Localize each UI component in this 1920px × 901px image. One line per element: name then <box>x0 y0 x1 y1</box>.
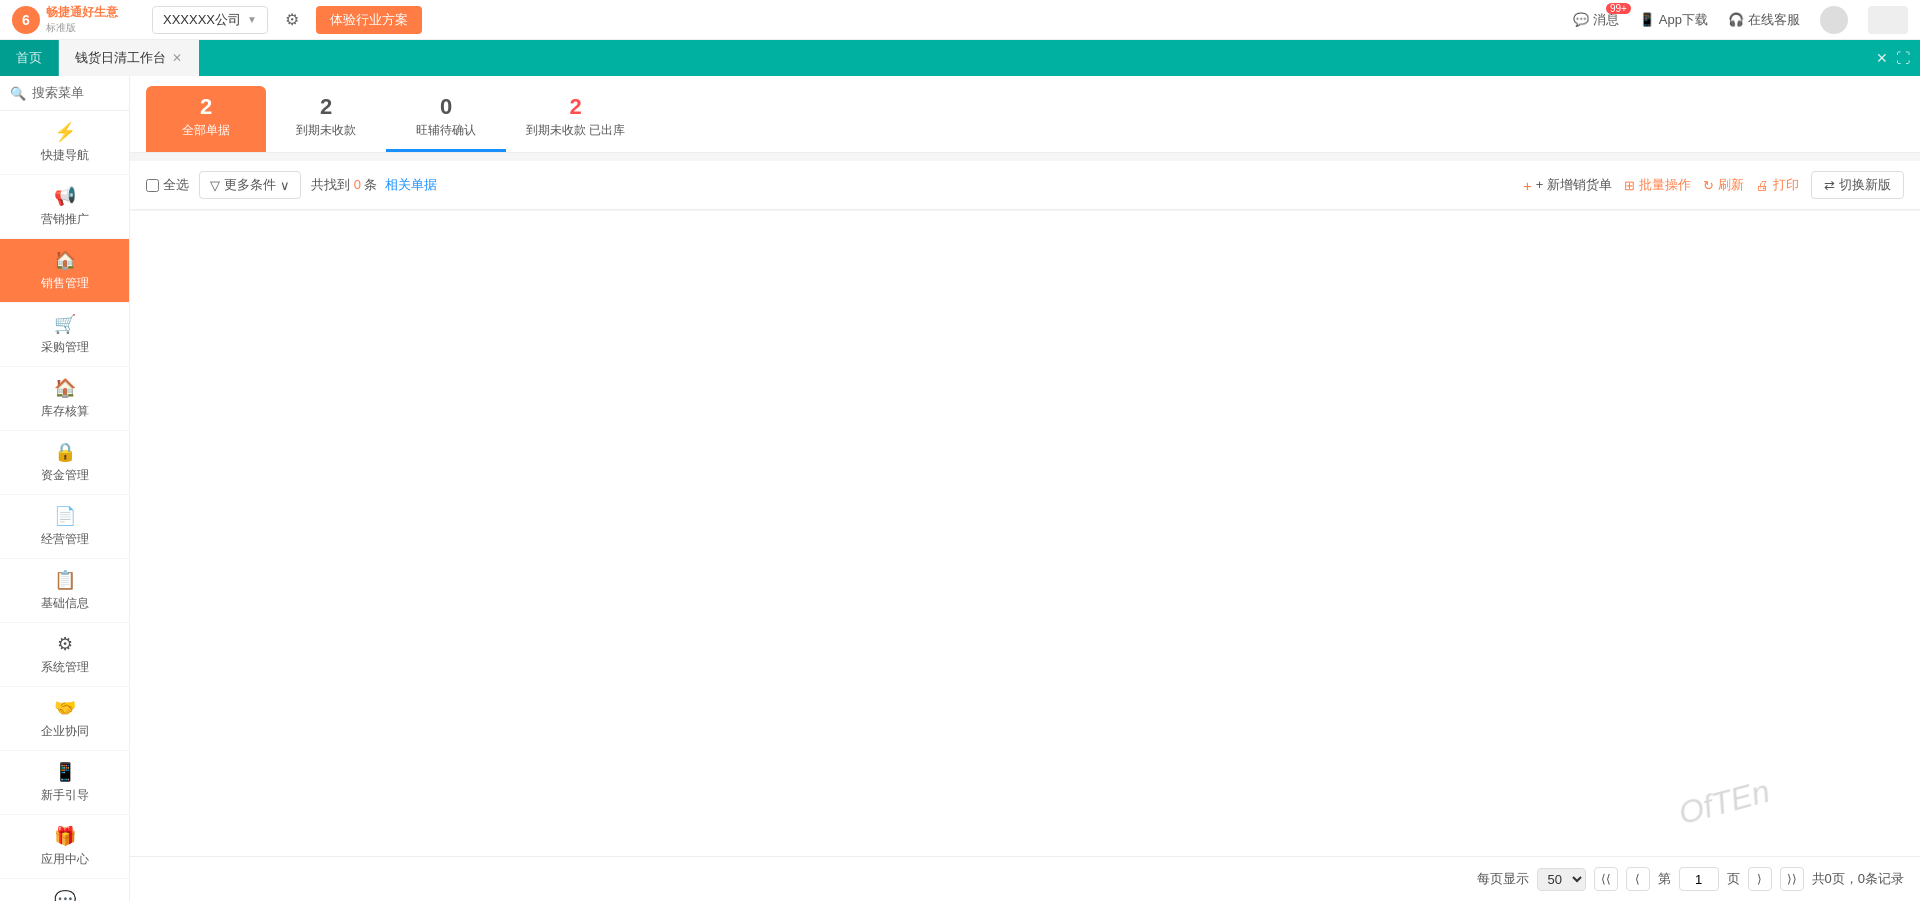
refresh-button[interactable]: ↻ 刷新 <box>1703 176 1744 194</box>
sidebar-item-guide[interactable]: 📱 新手引导 <box>0 751 129 815</box>
batch-action-button[interactable]: ⊞ 批量操作 <box>1624 176 1691 194</box>
sidebar-item-wechat[interactable]: 💬 企业微信 <box>0 879 129 901</box>
found-count: 0 <box>354 177 361 192</box>
logo-icon: 6 <box>12 6 40 34</box>
pagination: 每页显示 50 ⟨⟨ ⟨ 第 页 ⟩ ⟩⟩ 共0页，0条记录 <box>130 856 1920 901</box>
content-area: 2 全部单据 2 到期未收款 0 旺辅待确认 2 到期未收款 已出库 全选 <box>130 76 1920 901</box>
message-badge: 99+ <box>1606 3 1631 14</box>
tab-minimize-icon[interactable]: ✕ <box>1876 50 1888 66</box>
stat-tab-overdue-unpaid[interactable]: 2 到期未收款 <box>266 86 386 152</box>
print-button[interactable]: 🖨 打印 <box>1756 176 1799 194</box>
toolbar-right: + + 新增销货单 ⊞ 批量操作 ↻ 刷新 🖨 打印 ⇄ 切换新版 <box>1523 171 1904 199</box>
purchase-icon: 🛒 <box>54 313 76 335</box>
add-sale-order-button[interactable]: + + 新增销货单 <box>1523 176 1612 194</box>
sidebar-item-finance[interactable]: 🔒 资金管理 <box>0 431 129 495</box>
stats-tabs: 2 全部单据 2 到期未收款 0 旺辅待确认 2 到期未收款 已出库 <box>130 76 1920 153</box>
page-number-input[interactable] <box>1679 867 1719 891</box>
tab-workbench[interactable]: 钱货日清工作台 ✕ <box>59 40 199 76</box>
cooperation-icon: 🤝 <box>54 697 76 719</box>
sidebar-item-sales[interactable]: 🏠 销售管理 <box>0 239 129 303</box>
filter-icon: ▽ <box>210 178 220 193</box>
company-name: XXXXXX公司 <box>163 11 241 29</box>
sidebar: 🔍 搜索菜单 ⚡ 快捷导航 📢 营销推广 🏠 销售管理 🛒 采购管理 🏠 库存核… <box>0 76 130 901</box>
switch-version-button[interactable]: ⇄ 切换新版 <box>1811 171 1904 199</box>
system-icon: ⚙ <box>57 633 73 655</box>
tab-nav-right: ✕ ⛶ <box>1866 40 1920 76</box>
pagination-summary: 共0页，0条记录 <box>1812 870 1904 888</box>
select-all-checkbox[interactable]: 全选 <box>146 176 189 194</box>
finance-icon: 🔒 <box>54 441 76 463</box>
logo-area: 6 畅捷通好生意 标准版 <box>12 4 142 35</box>
inventory-icon: 🏠 <box>54 377 76 399</box>
filter-arrow-icon: ∨ <box>280 178 290 193</box>
tab-nav: 首页 钱货日清工作台 ✕ ✕ ⛶ <box>0 40 1920 76</box>
tab-close-icon[interactable]: ✕ <box>172 51 182 65</box>
refresh-icon: ↻ <box>1703 178 1714 193</box>
main-layout: 🔍 搜索菜单 ⚡ 快捷导航 📢 营销推广 🏠 销售管理 🛒 采购管理 🏠 库存核… <box>0 76 1920 901</box>
sidebar-item-app-center[interactable]: 🎁 应用中心 <box>0 815 129 879</box>
page-first-button[interactable]: ⟨⟨ <box>1594 867 1618 891</box>
per-page-select[interactable]: 50 <box>1537 868 1586 891</box>
stat-tab-overdue-shipped[interactable]: 2 到期未收款 已出库 <box>506 86 645 152</box>
logo-text: 畅捷通好生意 标准版 <box>46 4 118 35</box>
service-icon: 🎧 <box>1728 12 1744 27</box>
user-name-display <box>1868 6 1908 34</box>
sidebar-item-quick-nav[interactable]: ⚡ 快捷导航 <box>0 111 129 175</box>
sidebar-item-basic[interactable]: 📋 基础信息 <box>0 559 129 623</box>
page-last-button[interactable]: ⟩⟩ <box>1780 867 1804 891</box>
basic-icon: 📋 <box>54 569 76 591</box>
tab-home[interactable]: 首页 <box>0 40 59 76</box>
per-page-label: 每页显示 <box>1477 870 1529 888</box>
company-selector[interactable]: XXXXXX公司 ▼ <box>152 6 268 34</box>
sidebar-item-purchase[interactable]: 🛒 采购管理 <box>0 303 129 367</box>
sales-icon: 🏠 <box>54 249 76 271</box>
filter-button[interactable]: ▽ 更多条件 ∨ <box>199 171 301 199</box>
message-btn[interactable]: 💬 消息 99+ <box>1573 11 1619 29</box>
guide-icon: 📱 <box>54 761 76 783</box>
avatar[interactable] <box>1820 6 1848 34</box>
stat-tab-all[interactable]: 2 全部单据 <box>146 86 266 152</box>
batch-icon: ⊞ <box>1624 178 1635 193</box>
tab-expand-icon[interactable]: ⛶ <box>1896 50 1910 66</box>
header-right: 💬 消息 99+ 📱 App下载 🎧 在线客服 <box>1573 6 1908 34</box>
plus-icon: + <box>1523 177 1532 194</box>
marketing-icon: 📢 <box>54 185 76 207</box>
app-center-icon: 🎁 <box>54 825 76 847</box>
quick-nav-icon: ⚡ <box>54 121 76 143</box>
toolbar: 全选 ▽ 更多条件 ∨ 共找到 0 条 相关单据 + + 新增销货单 ⊞ <box>130 161 1920 210</box>
operation-icon: 📄 <box>54 505 76 527</box>
table-area <box>130 211 1920 856</box>
sidebar-item-marketing[interactable]: 📢 营销推广 <box>0 175 129 239</box>
stat-tab-wangwang[interactable]: 0 旺辅待确认 <box>386 86 506 152</box>
sidebar-item-cooperation[interactable]: 🤝 企业协同 <box>0 687 129 751</box>
page-prev-button[interactable]: ⟨ <box>1626 867 1650 891</box>
page-next-button[interactable]: ⟩ <box>1748 867 1772 891</box>
found-text: 共找到 0 条 相关单据 <box>311 176 437 194</box>
online-service-btn[interactable]: 🎧 在线客服 <box>1728 11 1800 29</box>
message-icon: 💬 <box>1573 12 1589 27</box>
search-icon: 🔍 <box>10 86 26 101</box>
top-header: 6 畅捷通好生意 标准版 XXXXXX公司 ▼ ⚙ 体验行业方案 💬 消息 99… <box>0 0 1920 40</box>
print-icon: 🖨 <box>1756 178 1769 193</box>
download-icon: 📱 <box>1639 12 1655 27</box>
sidebar-item-inventory[interactable]: 🏠 库存核算 <box>0 367 129 431</box>
dropdown-arrow-icon: ▼ <box>247 14 257 25</box>
search-menu[interactable]: 🔍 搜索菜单 <box>0 76 129 111</box>
sidebar-item-operation[interactable]: 📄 经营管理 <box>0 495 129 559</box>
select-all-input[interactable] <box>146 179 159 192</box>
sidebar-item-system[interactable]: ⚙ 系统管理 <box>0 623 129 687</box>
switch-icon: ⇄ <box>1824 178 1835 193</box>
settings-icon[interactable]: ⚙ <box>278 6 306 34</box>
wechat-icon: 💬 <box>54 889 76 901</box>
trial-button[interactable]: 体验行业方案 <box>316 6 422 34</box>
app-download-btn[interactable]: 📱 App下载 <box>1639 11 1708 29</box>
